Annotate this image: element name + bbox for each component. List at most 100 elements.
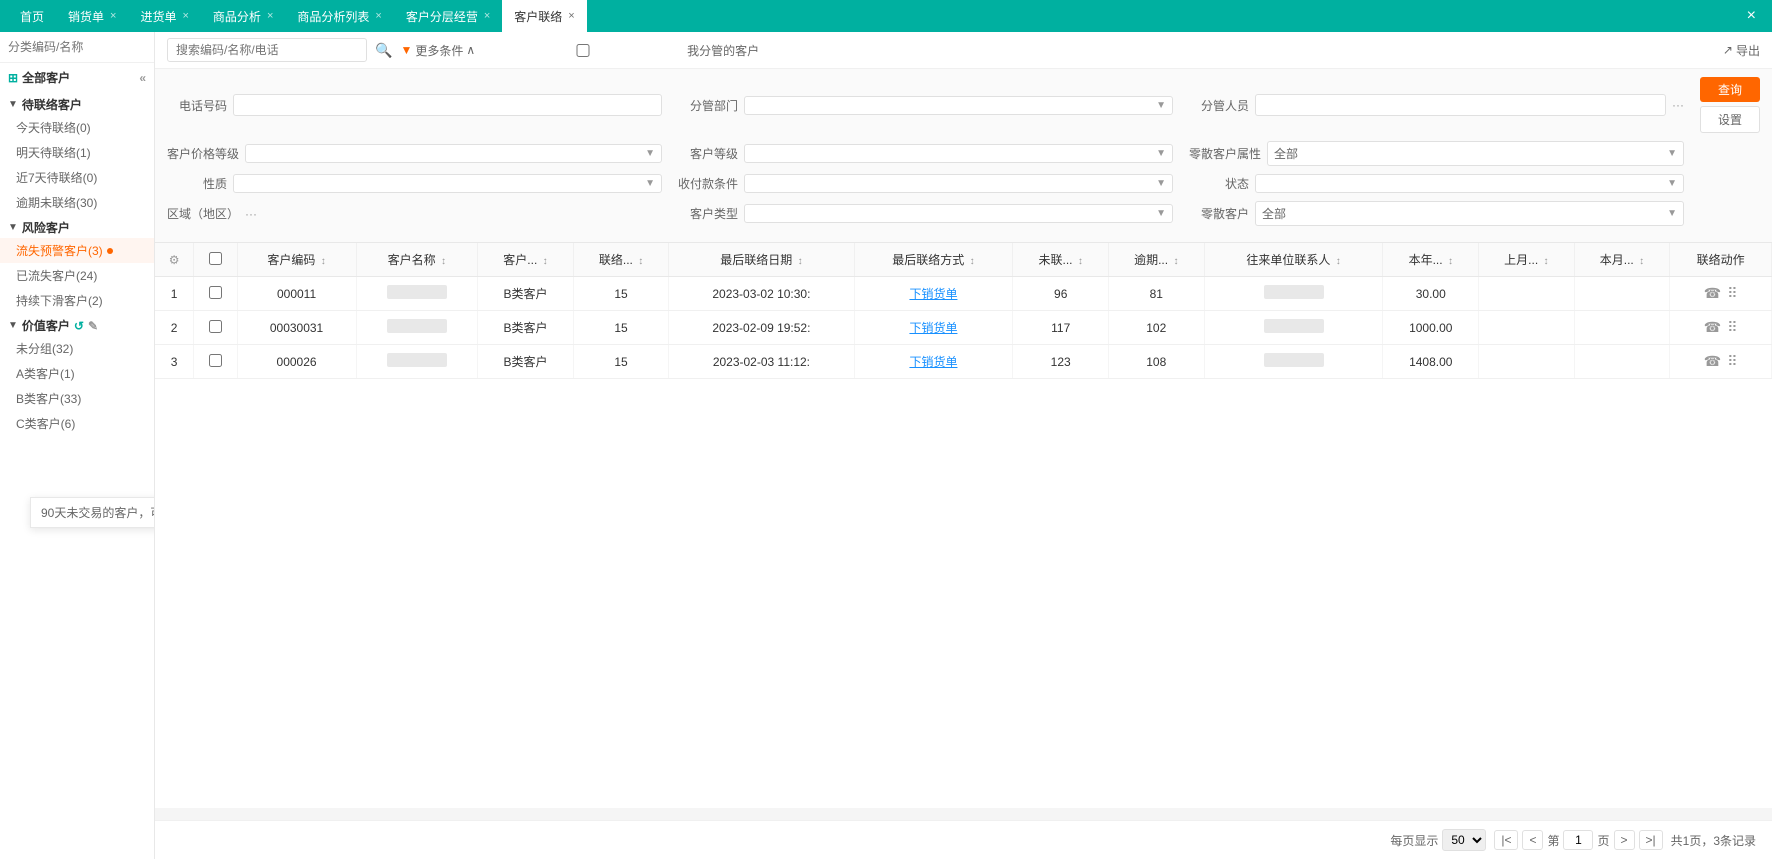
- sidebar-all-customers[interactable]: ⊞ 全部客户 «: [0, 63, 154, 92]
- horizontal-scrollbar[interactable]: [155, 808, 1772, 820]
- settings-button[interactable]: 设置: [1700, 106, 1760, 133]
- sidebar-group-pending[interactable]: ▼ 待联络客户: [0, 92, 154, 115]
- row2-checkbox[interactable]: [194, 311, 237, 345]
- sidebar-item-overdue[interactable]: 逾期未联络(30): [0, 190, 154, 215]
- sidebar-item-tomorrow[interactable]: 明天待联络(1): [0, 140, 154, 165]
- filter-customer-type-dropdown[interactable]: ▼: [744, 204, 1173, 223]
- sidebar-item-churn-warning[interactable]: 流失预警客户(3): [0, 238, 154, 263]
- col-type[interactable]: 客户... ↕: [478, 243, 574, 277]
- filter-button[interactable]: ▼ 更多条件 ∧: [400, 42, 475, 59]
- filter-status-dropdown[interactable]: ▼: [1255, 174, 1684, 193]
- col-this-year[interactable]: 本年... ↕: [1383, 243, 1479, 277]
- page-number-input[interactable]: [1563, 830, 1593, 850]
- nav-product-list[interactable]: 商品分析列表 ×: [285, 0, 393, 32]
- row2-last-method[interactable]: 下销货单: [854, 311, 1013, 345]
- col-settings[interactable]: ⚙: [155, 243, 194, 277]
- row1-last-method[interactable]: 下销货单: [854, 277, 1013, 311]
- row3-action-phone-icon[interactable]: ☎: [1704, 353, 1721, 370]
- region-dots[interactable]: ···: [245, 207, 662, 221]
- col-no-contact[interactable]: 未联... ↕: [1013, 243, 1109, 277]
- sidebar-group-risk[interactable]: ▼ 风险客户: [0, 215, 154, 238]
- select-all-checkbox[interactable]: [209, 252, 222, 265]
- row1-action-phone-icon[interactable]: ☎: [1704, 285, 1721, 302]
- nav-customer-contact[interactable]: 客户联络 ×: [502, 0, 586, 32]
- col-this-month[interactable]: 本月... ↕: [1574, 243, 1670, 277]
- my-customers-label[interactable]: 我分管的客户: [483, 42, 759, 59]
- row2-select[interactable]: [209, 320, 222, 333]
- row3-checkbox[interactable]: [194, 345, 237, 379]
- top-nav: 首页 销货单 × 进货单 × 商品分析 × 商品分析列表 × 客户分层经营 × …: [0, 0, 1772, 32]
- nav-customer-stratify[interactable]: 客户分层经营 ×: [394, 0, 502, 32]
- edit-value-icon[interactable]: ✎: [88, 319, 98, 333]
- row1-action-more-icon[interactable]: ⠿: [1727, 285, 1737, 302]
- page-navigation: |< < 第 页 > >|: [1494, 830, 1662, 850]
- filter-phone-input[interactable]: [233, 94, 662, 116]
- export-button[interactable]: ↗ 导出: [1723, 42, 1760, 59]
- close-customer-stratify[interactable]: ×: [484, 10, 490, 22]
- window-close[interactable]: ×: [1739, 7, 1764, 25]
- col-code[interactable]: 客户编码 ↕: [237, 243, 356, 277]
- nav-sales[interactable]: 销货单 ×: [56, 0, 128, 32]
- col-checkbox[interactable]: [194, 243, 237, 277]
- row2-action-phone-icon[interactable]: ☎: [1704, 319, 1721, 336]
- col-last-date[interactable]: 最后联络日期 ↕: [669, 243, 854, 277]
- expand-icon: ▼: [8, 99, 18, 110]
- nav-product-analysis[interactable]: 商品分析 ×: [201, 0, 285, 32]
- row1-last-month: [1479, 277, 1575, 311]
- collapse-icon[interactable]: «: [139, 71, 146, 85]
- row3-last-method[interactable]: 下销货单: [854, 345, 1013, 379]
- close-purchase[interactable]: ×: [182, 10, 188, 22]
- nav-home[interactable]: 首页: [8, 0, 56, 32]
- query-buttons: 查询 设置: [1700, 77, 1760, 133]
- filter-nature-dropdown[interactable]: ▼: [233, 174, 662, 193]
- row1-checkbox[interactable]: [194, 277, 237, 311]
- col-last-method[interactable]: 最后联络方式 ↕: [854, 243, 1013, 277]
- row3-select[interactable]: [209, 354, 222, 367]
- nav-purchase[interactable]: 进货单 ×: [128, 0, 200, 32]
- query-button[interactable]: 查询: [1700, 77, 1760, 102]
- customer-type-arrow: ▼: [1156, 208, 1166, 219]
- close-sales[interactable]: ×: [110, 10, 116, 22]
- close-product-analysis[interactable]: ×: [267, 10, 273, 22]
- per-page-select[interactable]: 50: [1442, 829, 1486, 851]
- col-contact-person[interactable]: 往来单位联系人 ↕: [1204, 243, 1383, 277]
- filter-retail-attr-dropdown[interactable]: 全部 ▼: [1267, 141, 1684, 166]
- sidebar-item-today[interactable]: 今天待联络(0): [0, 115, 154, 140]
- close-product-list[interactable]: ×: [375, 10, 381, 22]
- sidebar-item-class-c[interactable]: C类客户(6): [0, 411, 154, 436]
- manager-dots[interactable]: ···: [1672, 98, 1684, 112]
- filter-customer-grade-dropdown[interactable]: ▼: [744, 144, 1173, 163]
- refresh-value-icon[interactable]: ↺: [74, 319, 84, 333]
- row1-select[interactable]: [209, 286, 222, 299]
- filter-customer-grade-label: 客户等级: [678, 145, 738, 162]
- row2-action-more-icon[interactable]: ⠿: [1727, 319, 1737, 336]
- sidebar-item-class-a[interactable]: A类客户(1): [0, 361, 154, 386]
- my-customers-checkbox[interactable]: [483, 44, 683, 57]
- nature-arrow: ▼: [645, 178, 655, 189]
- filter-retail-dropdown[interactable]: 全部 ▼: [1255, 201, 1684, 226]
- sidebar-item-ungrouped[interactable]: 未分组(32): [0, 336, 154, 361]
- sidebar-item-declining[interactable]: 持续下滑客户(2): [0, 288, 154, 313]
- prev-page-button[interactable]: <: [1522, 830, 1543, 850]
- search-input[interactable]: [167, 38, 367, 62]
- filter-price-grade-dropdown[interactable]: ▼: [245, 144, 662, 163]
- col-contact-count[interactable]: 联络... ↕: [573, 243, 669, 277]
- close-customer-contact[interactable]: ×: [568, 10, 574, 22]
- filter-manager-input[interactable]: [1255, 94, 1666, 116]
- next-page-button[interactable]: >: [1614, 830, 1635, 850]
- filter-payment-dropdown[interactable]: ▼: [744, 174, 1173, 193]
- search-button[interactable]: 🔍: [375, 42, 392, 59]
- row2-contact-person: [1204, 311, 1383, 345]
- sidebar-item-7days[interactable]: 近7天待联络(0): [0, 165, 154, 190]
- sidebar-item-churned[interactable]: 已流失客户(24): [0, 263, 154, 288]
- row3-action-more-icon[interactable]: ⠿: [1727, 353, 1737, 370]
- col-overdue[interactable]: 逾期... ↕: [1108, 243, 1204, 277]
- first-page-button[interactable]: |<: [1494, 830, 1518, 850]
- sidebar-item-class-b[interactable]: B类客户(33): [0, 386, 154, 411]
- col-name[interactable]: 客户名称 ↕: [356, 243, 478, 277]
- filter-dept-dropdown[interactable]: ▼: [744, 96, 1173, 115]
- last-page-button[interactable]: >|: [1639, 830, 1663, 850]
- sidebar-search-input[interactable]: [8, 40, 155, 54]
- sidebar-group-value[interactable]: ▼ 价值客户 ↺ ✎: [0, 313, 154, 336]
- col-last-month[interactable]: 上月... ↕: [1479, 243, 1575, 277]
